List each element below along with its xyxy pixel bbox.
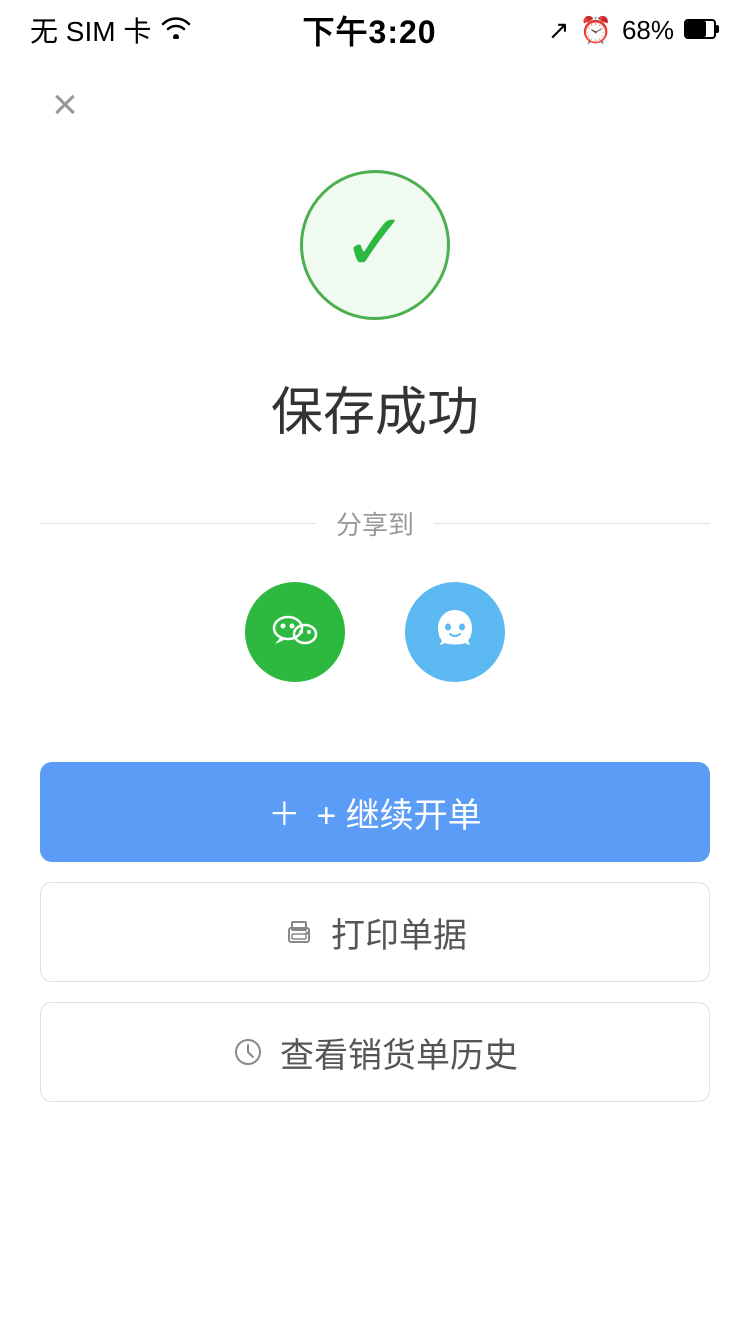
history-label: 查看销货单历史 [280, 1028, 518, 1077]
continue-order-button[interactable]: ＋ + 继续开单 [40, 762, 710, 862]
print-label: 打印单据 [331, 908, 467, 957]
status-time: 下午3:20 [303, 7, 437, 53]
share-icons-row [245, 582, 505, 682]
share-divider: 分享到 [40, 505, 710, 542]
history-icon [232, 1036, 264, 1068]
success-icon-circle: ✓ [300, 170, 450, 320]
print-icon [283, 916, 315, 948]
no-sim-text: 无 SIM 卡 [30, 10, 151, 50]
alarm-icon: ⏰ [580, 15, 612, 46]
close-button[interactable]: × [40, 80, 90, 130]
battery-icon [684, 15, 720, 46]
plus-icon: ＋ [268, 789, 300, 835]
success-title: 保存成功 [271, 370, 479, 445]
wechat-icon [265, 602, 325, 662]
share-label: 分享到 [336, 505, 414, 542]
close-icon: × [52, 83, 78, 127]
status-right: ↗ ⏰ 68% [548, 15, 720, 46]
action-buttons: ＋ + 继续开单 打印单据 查看销货单历史 [40, 762, 710, 1102]
status-left: 无 SIM 卡 [30, 10, 191, 50]
continue-order-label: + 继续开单 [316, 788, 481, 837]
history-button[interactable]: 查看销货单历史 [40, 1002, 710, 1102]
close-button-wrapper: × [40, 60, 710, 170]
qq-icon [425, 602, 485, 662]
divider-left [40, 523, 316, 524]
main-content: × ✓ 保存成功 分享到 [0, 60, 750, 1102]
wifi-icon [161, 14, 191, 46]
qq-share-button[interactable] [405, 582, 505, 682]
wechat-share-button[interactable] [245, 582, 345, 682]
status-bar: 无 SIM 卡 下午3:20 ↗ ⏰ 68% [0, 0, 750, 60]
checkmark-icon: ✓ [341, 203, 408, 283]
location-icon: ↗ [548, 15, 570, 46]
divider-right [434, 523, 710, 524]
print-button[interactable]: 打印单据 [40, 882, 710, 982]
battery-text: 68% [622, 15, 674, 46]
